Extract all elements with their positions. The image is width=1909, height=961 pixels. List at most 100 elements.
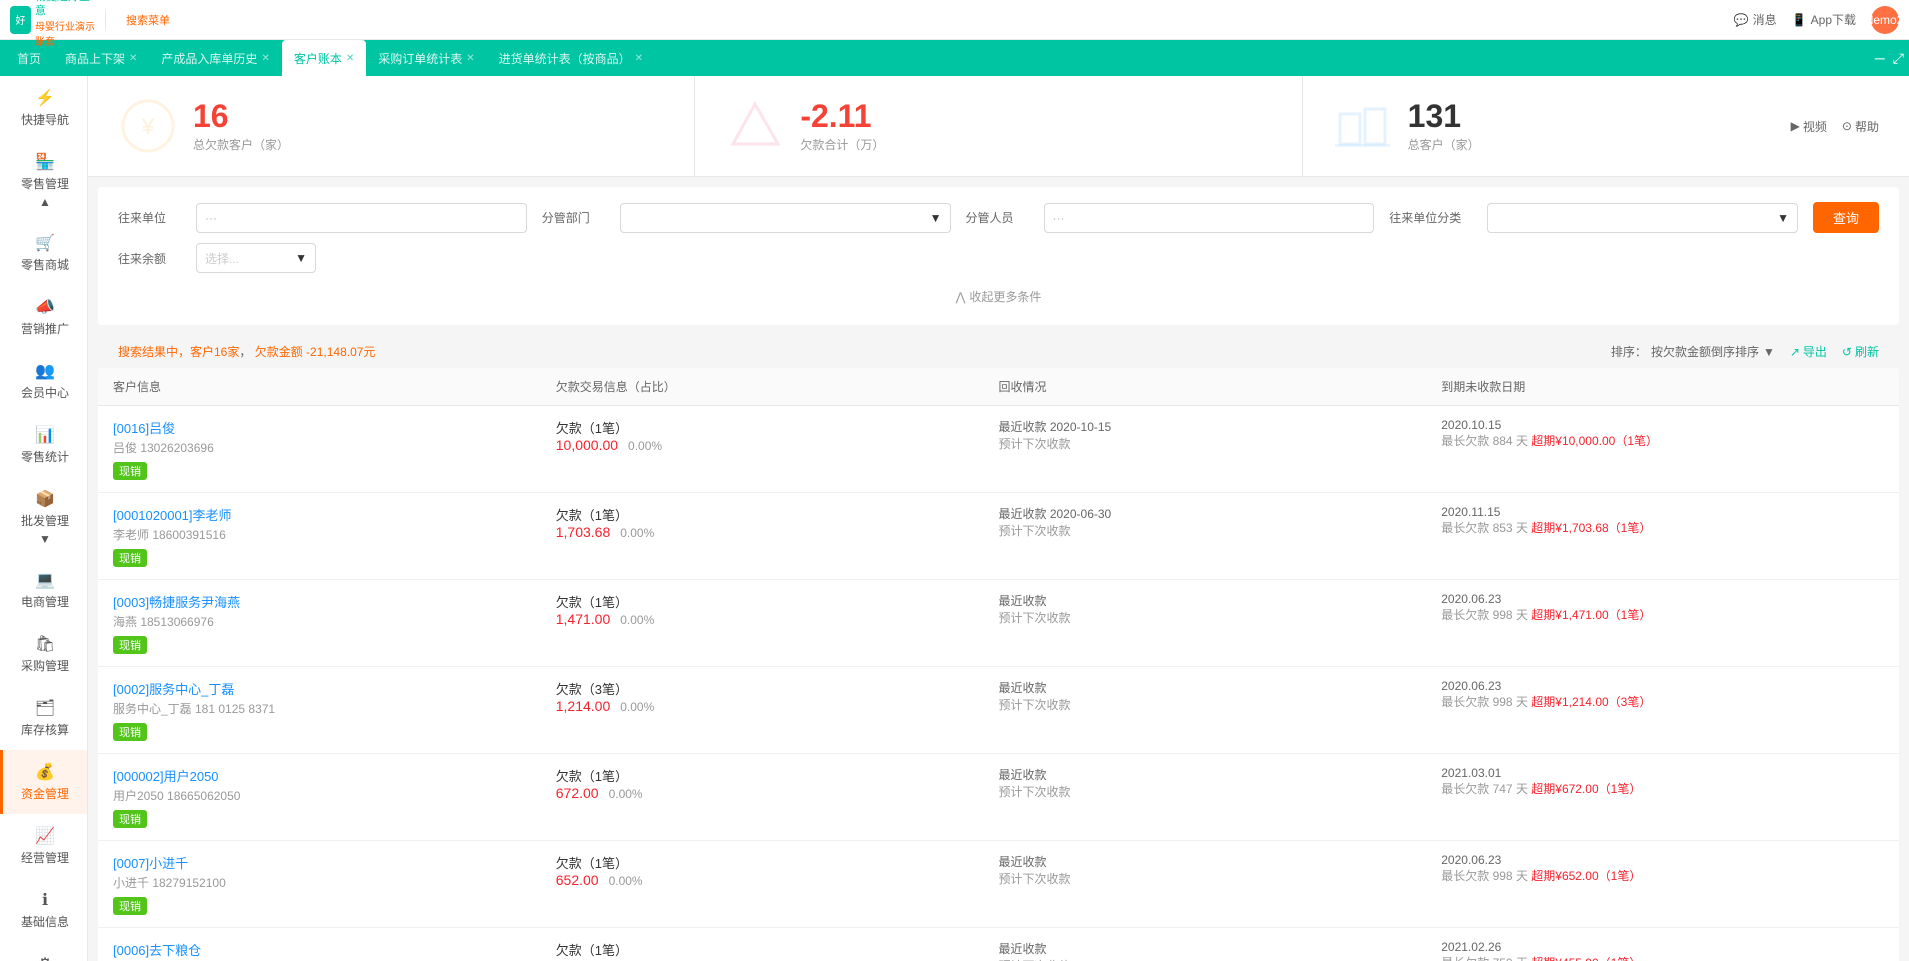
sidebar-item-business[interactable]: 📈 经营管理 [0,814,87,878]
filter-balance-select[interactable]: 选择... ▼ [196,243,316,273]
last-receipt: 最近收款 [999,592,1442,609]
overdue-amount[interactable]: 超期¥1,214.00（3笔） [1531,695,1651,709]
help-btn[interactable]: ⊙ 帮助 [1842,118,1879,135]
sidebar-item-ecommerce[interactable]: 💻 电商管理 [0,558,87,622]
customer-name[interactable]: [0007]小进千 [113,853,556,872]
debt-percent: 0.00% [609,874,643,888]
batch-mgmt-icon: 📦 [35,489,55,509]
filter-category-select[interactable]: ▼ [1487,203,1798,233]
filter-person: 分管人员 ··· [966,203,1375,233]
sidebar-item-basic-info[interactable]: ℹ 基础信息 [0,878,87,942]
debt-amount[interactable]: 1,214.00 [556,698,611,714]
customer-name[interactable]: [0006]去下粮仓 [113,940,556,959]
results-amount: 欠款金额 -21,148.07元 [255,345,376,359]
summary-card-debt-customers: ¥ 16 总欠款客户（家） [88,76,695,176]
overdue-days: 最长欠款 747 天 超期¥672.00（1笔） [1441,780,1884,797]
customer-name[interactable]: [0016]吕俊 [113,418,556,437]
sidebar-item-retail-mall[interactable]: 🛒 零售商城 [0,221,87,285]
debt-amount[interactable]: 672.00 [556,785,599,801]
tab-purchase-order-close[interactable]: ✕ [466,53,474,64]
sidebar-item-purchase-mgmt[interactable]: 🛍 采购管理 [0,622,87,686]
tab-home[interactable]: 首页 [5,40,53,76]
recovery-cell: 最近收款 2020-06-30 预计下次收款 [999,505,1442,539]
customer-contact: 李老师 18600391516 [113,526,556,543]
table-row: [0002]服务中心_丁磊 服务中心_丁磊 181 0125 8371 现销 欠… [98,667,1899,754]
debt-count: 欠款（1笔） [556,592,999,611]
export-btn[interactable]: ↗ 导出 [1790,343,1827,360]
summary-card-all-customers: 131 总客户（家） ▶ 视频 ⊙ 帮助 [1303,76,1909,176]
sidebar-item-retail-mgmt[interactable]: 🏪 零售管理 ▲ [0,140,87,221]
overdue-amount[interactable]: 超期¥10,000.00（1笔） [1531,434,1658,448]
tab-purchase-order[interactable]: 采购订单统计表 ✕ [366,40,486,76]
user-avatar[interactable]: demo2 [1871,6,1899,34]
collapse-btn[interactable]: ⋀ 收起更多条件 [118,283,1879,310]
sidebar-item-label: 资金管理 [21,785,69,802]
tabs-minimize[interactable]: ─ [1875,50,1885,67]
tab-customer-account-label: 客户账本 [294,50,342,67]
due-date-cell: 2020.06.23 最长欠款 998 天 超期¥1,471.00（1笔） [1441,592,1884,623]
sidebar-item-quick-nav[interactable]: ⚡ 快捷导航 [0,76,87,140]
customer-info-cell: [0001020001]李老师 李老师 18600391516 现销 [113,505,556,567]
tabs-maximize[interactable]: ⤢ [1893,50,1904,67]
filter-person-input[interactable]: ··· [1044,203,1375,233]
tab-customer-account-close[interactable]: ✕ [346,53,354,64]
sidebar-item-label: 零售统计 [21,448,69,465]
customer-name[interactable]: [0002]服务中心_丁磊 [113,679,556,698]
sidebar-item-finance[interactable]: 💰 资金管理 [0,750,87,814]
filter-counterparty-input[interactable]: ··· [196,203,527,233]
retail-stats-icon: 📊 [35,425,55,445]
sidebar-item-marketing[interactable]: 📣 营销推广 [0,285,87,349]
sidebar-item-label: 快捷导航 [21,111,69,128]
filter-department-select[interactable]: ▼ [620,203,951,233]
customer-name[interactable]: [0001020001]李老师 [113,505,556,524]
recovery-cell: 最近收款 预计下次收款 [999,766,1442,800]
overdue-amount[interactable]: 超期¥1,703.68（1笔） [1531,521,1651,535]
debt-amount[interactable]: 652.00 [556,872,599,888]
sidebar-item-retail-stats[interactable]: 📊 零售统计 [0,413,87,477]
customer-info-cell: [0016]吕俊 吕俊 13026203696 现销 [113,418,556,480]
video-btn[interactable]: ▶ 视频 [1791,118,1827,135]
retail-mall-icon: 🛒 [35,233,55,253]
sidebar-item-batch-mgmt[interactable]: 📦 批发管理 ▼ [0,477,87,558]
customer-info-cell: [000002]用户2050 用户2050 18665062050 现销 [113,766,556,828]
card-info-all: 131 总客户（家） [1408,100,1480,153]
customer-contact: 用户2050 18665062050 [113,787,556,804]
tab-inventory-stats[interactable]: 进货单统计表（按商品） ✕ [487,40,655,76]
search-button[interactable]: 查询 [1813,202,1879,233]
filter-counterparty-label: 往来单位 [118,209,188,226]
debt-count: 欠款（1笔） [556,418,999,437]
filter-department-label: 分管部门 [542,209,612,226]
overdue-amount[interactable]: 超期¥652.00（1笔） [1531,869,1641,883]
overdue-amount[interactable]: 超期¥455.90（1笔） [1531,956,1641,961]
app-download-btn[interactable]: 📱 App下载 [1792,11,1856,28]
sidebar-item-inventory[interactable]: 🗂 库存核算 [0,686,87,750]
debt-amount[interactable]: 10,000.00 [556,437,618,453]
col-due-date: 到期未收款日期 [1441,378,1884,395]
customer-name[interactable]: [0003]畅捷服务尹海燕 [113,592,556,611]
sidebar-item-label: 库存核算 [21,721,69,738]
tab-product-history[interactable]: 产成品入库单历史 ✕ [149,40,281,76]
due-date-cell: 2020.06.23 最长欠款 998 天 超期¥1,214.00（3笔） [1441,679,1884,710]
table-body: [0016]吕俊 吕俊 13026203696 现销 欠款（1笔） 10,000… [98,406,1899,961]
tab-inventory-stats-close[interactable]: ✕ [635,53,643,64]
tab-customer-account[interactable]: 客户账本 ✕ [282,40,366,76]
all-customers-label: 总客户（家） [1408,136,1480,153]
sort-btn[interactable]: 排序： 按欠款金额倒序排序 ▼ [1611,343,1775,360]
sidebar-item-member-center[interactable]: 👥 会员中心 [0,349,87,413]
refresh-btn[interactable]: ↺ 刷新 [1842,343,1879,360]
debt-amount[interactable]: 1,471.00 [556,611,611,627]
overdue-amount[interactable]: 超期¥672.00（1笔） [1531,782,1641,796]
customer-name[interactable]: [000002]用户2050 [113,766,556,785]
results-actions: 排序： 按欠款金额倒序排序 ▼ ↗ 导出 ↺ 刷新 [1611,343,1879,360]
overdue-amount[interactable]: 超期¥1,471.00（1笔） [1531,608,1651,622]
tab-product-shelf[interactable]: 商品上下架 ✕ [53,40,149,76]
tab-product-shelf-close[interactable]: ✕ [129,53,137,64]
recovery-cell: 最近收款 预计下次收款 [999,853,1442,887]
col-recovery: 回收情况 [999,378,1442,395]
debt-count: 欠款（1笔） [556,853,999,872]
tab-product-history-close[interactable]: ✕ [261,53,269,64]
sidebar-item-system[interactable]: ⚙ 系统管理 [0,942,87,961]
message-btn[interactable]: 💬 消息 [1734,11,1777,28]
debt-amount[interactable]: 1,703.68 [556,524,611,540]
search-menu[interactable]: 搜索菜单 [116,12,236,28]
